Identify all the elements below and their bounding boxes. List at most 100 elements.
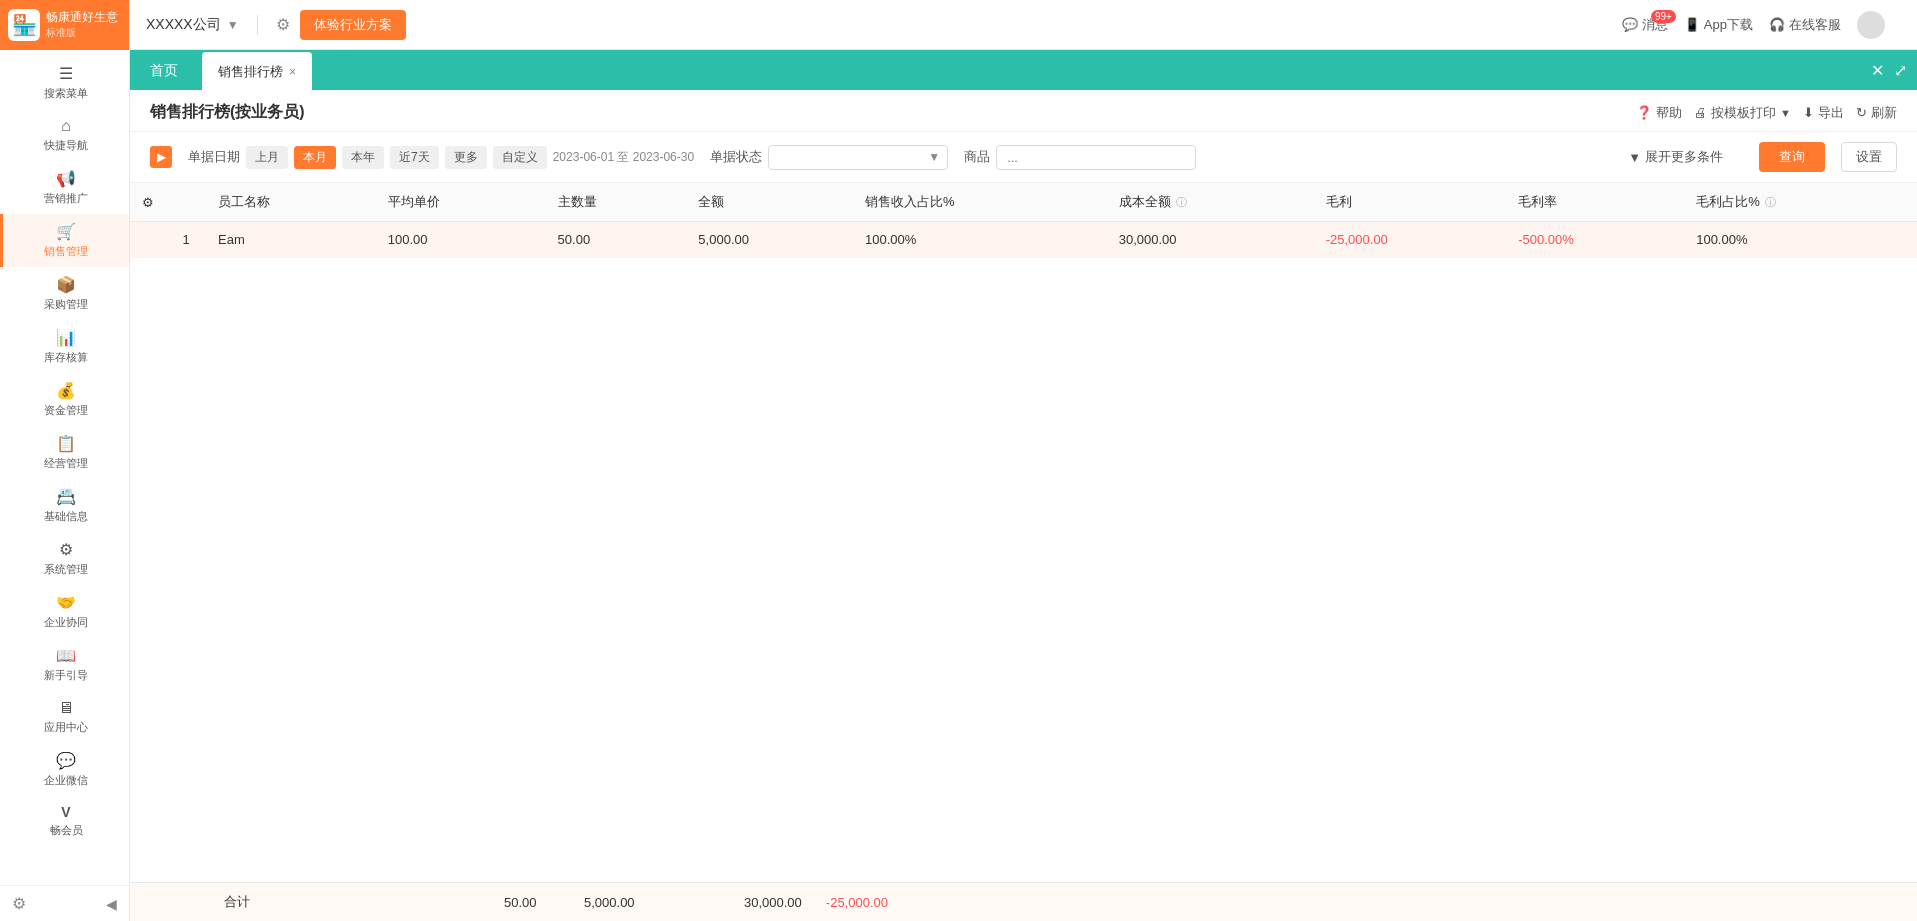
- message-button[interactable]: 💬 消息 99+: [1622, 16, 1668, 34]
- data-table: ⚙ 员工名称 平均单价 主数量 全额 销售收入占比% 成本全额 ⓘ 毛利: [130, 183, 1917, 258]
- table-row[interactable]: 1 Eam 100.00 50.00 5,000.00 100.00% 30,0…: [130, 222, 1917, 258]
- export-button[interactable]: ⬇ 导出: [1803, 104, 1844, 122]
- sidebar-item-finance[interactable]: 💰 资金管理: [0, 373, 129, 426]
- sidebar-logo: 🏪 畅康通好生意 标准版: [0, 0, 129, 50]
- wechat-icon: 💬: [56, 751, 76, 770]
- app-download-button[interactable]: 📱 App下载: [1684, 16, 1753, 34]
- help-icon: ❓: [1636, 105, 1652, 120]
- expand-more-btn[interactable]: ▼ 展开更多条件: [1628, 148, 1723, 166]
- cost-info-icon: ⓘ: [1176, 196, 1187, 208]
- date-btn-custom[interactable]: 自定义: [493, 146, 547, 169]
- sidebar-item-label: 畅会员: [50, 823, 83, 838]
- sidebar-item-label: 资金管理: [44, 403, 88, 418]
- topbar: XXXXX公司 ▼ ⚙ 体验行业方案 💬 消息 99+ 📱 App下载 🎧 在线…: [130, 0, 1917, 50]
- sidebar-item-label: 企业微信: [44, 773, 88, 788]
- sidebar-item-member[interactable]: V 畅会员: [0, 796, 129, 846]
- table-header-row: ⚙ 员工名称 平均单价 主数量 全额 销售收入占比% 成本全额 ⓘ 毛利: [130, 183, 1917, 222]
- date-btn-last-month[interactable]: 上月: [246, 146, 288, 169]
- sidebar-item-wechat[interactable]: 💬 企业微信: [0, 743, 129, 796]
- th-gross-pct: 毛利占比% ⓘ: [1684, 183, 1917, 222]
- sidebar-item-label: 销售管理: [44, 244, 88, 259]
- date-btn-this-year[interactable]: 本年: [342, 146, 384, 169]
- refresh-icon: ↻: [1856, 105, 1867, 120]
- sidebar-item-label: 企业协同: [44, 615, 88, 630]
- chevron-down-icon: ▼: [1628, 150, 1641, 165]
- th-amount: 全额: [686, 183, 853, 222]
- sidebar-item-label: 搜索菜单: [44, 86, 88, 101]
- sidebar-item-basics[interactable]: 📇 基础信息: [0, 479, 129, 532]
- row-name: Eam: [206, 222, 376, 258]
- th-settings[interactable]: ⚙: [130, 183, 166, 222]
- print-chevron-icon: ▼: [1780, 107, 1791, 119]
- tab-expand-icon[interactable]: ⤢: [1894, 61, 1907, 80]
- query-button[interactable]: 查询: [1759, 142, 1825, 172]
- sidebar-item-inventory[interactable]: 📊 库存核算: [0, 320, 129, 373]
- footer-gross: -25,000.00: [814, 895, 900, 910]
- tab-close-all-icon[interactable]: ✕: [1871, 61, 1884, 80]
- column-settings-icon[interactable]: ⚙: [142, 195, 154, 210]
- app-download-label: App下载: [1704, 16, 1753, 34]
- sidebar-item-label: 新手引导: [44, 668, 88, 683]
- row-settings-cell: [130, 222, 166, 258]
- th-avg-price: 平均单价: [376, 183, 546, 222]
- date-filter: 单据日期 上月 本月 本年 近7天 更多 自定义 2023-06-01 至 20…: [188, 146, 694, 169]
- filter-bar: ▶ 单据日期 上月 本月 本年 近7天 更多 自定义 2023-06-01 至 …: [130, 132, 1917, 183]
- sidebar-item-collab[interactable]: 🤝 企业协同: [0, 585, 129, 638]
- date-range-label: 2023-06-01 至 2023-06-30: [553, 149, 694, 166]
- avatar[interactable]: [1857, 11, 1885, 39]
- online-service-button[interactable]: 🎧 在线客服: [1769, 16, 1841, 34]
- filter-expand-btn[interactable]: ▶: [150, 146, 172, 168]
- sidebar-item-guide[interactable]: 📖 新手引导: [0, 638, 129, 691]
- sidebar-item-operations[interactable]: 📋 经营管理: [0, 426, 129, 479]
- sidebar-item-marketing[interactable]: 📢 营销推广: [0, 161, 129, 214]
- sidebar-item-purchase[interactable]: 📦 采购管理: [0, 267, 129, 320]
- th-gross: 毛利: [1314, 183, 1507, 222]
- date-btn-more[interactable]: 更多: [445, 146, 487, 169]
- sidebar-item-sales[interactable]: 🛒 销售管理: [0, 214, 129, 267]
- tab-sales-ranking[interactable]: 销售排行榜 ×: [202, 52, 312, 92]
- topbar-settings-icon[interactable]: ⚙: [276, 15, 290, 34]
- filter-arrow-icon: ▶: [150, 146, 172, 168]
- th-seq: [166, 183, 206, 222]
- sidebar-item-appcenter[interactable]: 🖥 应用中心: [0, 691, 129, 743]
- th-sales-pct: 销售收入占比%: [853, 183, 1107, 222]
- trial-button[interactable]: 体验行业方案: [300, 10, 406, 40]
- sidebar-item-system[interactable]: ⚙ 系统管理: [0, 532, 129, 585]
- goods-filter: 商品: [964, 145, 1196, 170]
- status-select[interactable]: [768, 145, 948, 170]
- sidebar-item-quicknav[interactable]: ⌂ 快捷导航: [0, 109, 129, 161]
- main-area: XXXXX公司 ▼ ⚙ 体验行业方案 💬 消息 99+ 📱 App下载 🎧 在线…: [130, 0, 1917, 921]
- guide-icon: 📖: [56, 646, 76, 665]
- sidebar-settings-icon[interactable]: ⚙: [12, 894, 26, 913]
- date-btn-this-month[interactable]: 本月: [294, 146, 336, 169]
- chevron-down-icon: ▼: [227, 18, 239, 32]
- refresh-button[interactable]: ↻ 刷新: [1856, 104, 1897, 122]
- sidebar-item-label: 应用中心: [44, 720, 88, 735]
- company-selector[interactable]: XXXXX公司 ▼: [146, 16, 239, 34]
- help-button[interactable]: ❓ 帮助: [1636, 104, 1682, 122]
- company-name: XXXXX公司: [146, 16, 221, 34]
- headset-icon: 🎧: [1769, 17, 1785, 32]
- sidebar-footer: ⚙ ◀: [0, 885, 129, 921]
- tab-close-icon[interactable]: ×: [289, 53, 296, 91]
- filter-settings-button[interactable]: 设置: [1841, 142, 1897, 172]
- print-label: 按模板打印: [1711, 104, 1776, 122]
- row-gross: -25,000.00: [1314, 222, 1507, 258]
- search-menu-icon: ☰: [59, 64, 73, 83]
- row-cost: 30,000.00: [1107, 222, 1314, 258]
- status-label: 单据状态: [710, 148, 762, 166]
- sidebar-collapse-icon[interactable]: ◀: [106, 896, 117, 912]
- goods-input[interactable]: [996, 145, 1196, 170]
- th-name: 员工名称: [206, 183, 376, 222]
- date-label: 单据日期: [188, 148, 240, 166]
- tab-home[interactable]: 首页: [130, 50, 198, 90]
- print-button[interactable]: 🖨 按模板打印 ▼: [1694, 104, 1791, 122]
- page-actions: ❓ 帮助 🖨 按模板打印 ▼ ⬇ 导出 ↻ 刷新: [1636, 104, 1897, 122]
- row-qty: 50.00: [546, 222, 687, 258]
- date-btn-7days[interactable]: 近7天: [390, 146, 439, 169]
- app-logo-icon: 🏪: [8, 9, 40, 41]
- footer-qty: 50.00: [492, 895, 572, 910]
- page-title: 销售排行榜(按业务员): [150, 102, 305, 123]
- sidebar-item-search[interactable]: ☰ 搜索菜单: [0, 56, 129, 109]
- gross-pct-info-icon: ⓘ: [1765, 196, 1776, 208]
